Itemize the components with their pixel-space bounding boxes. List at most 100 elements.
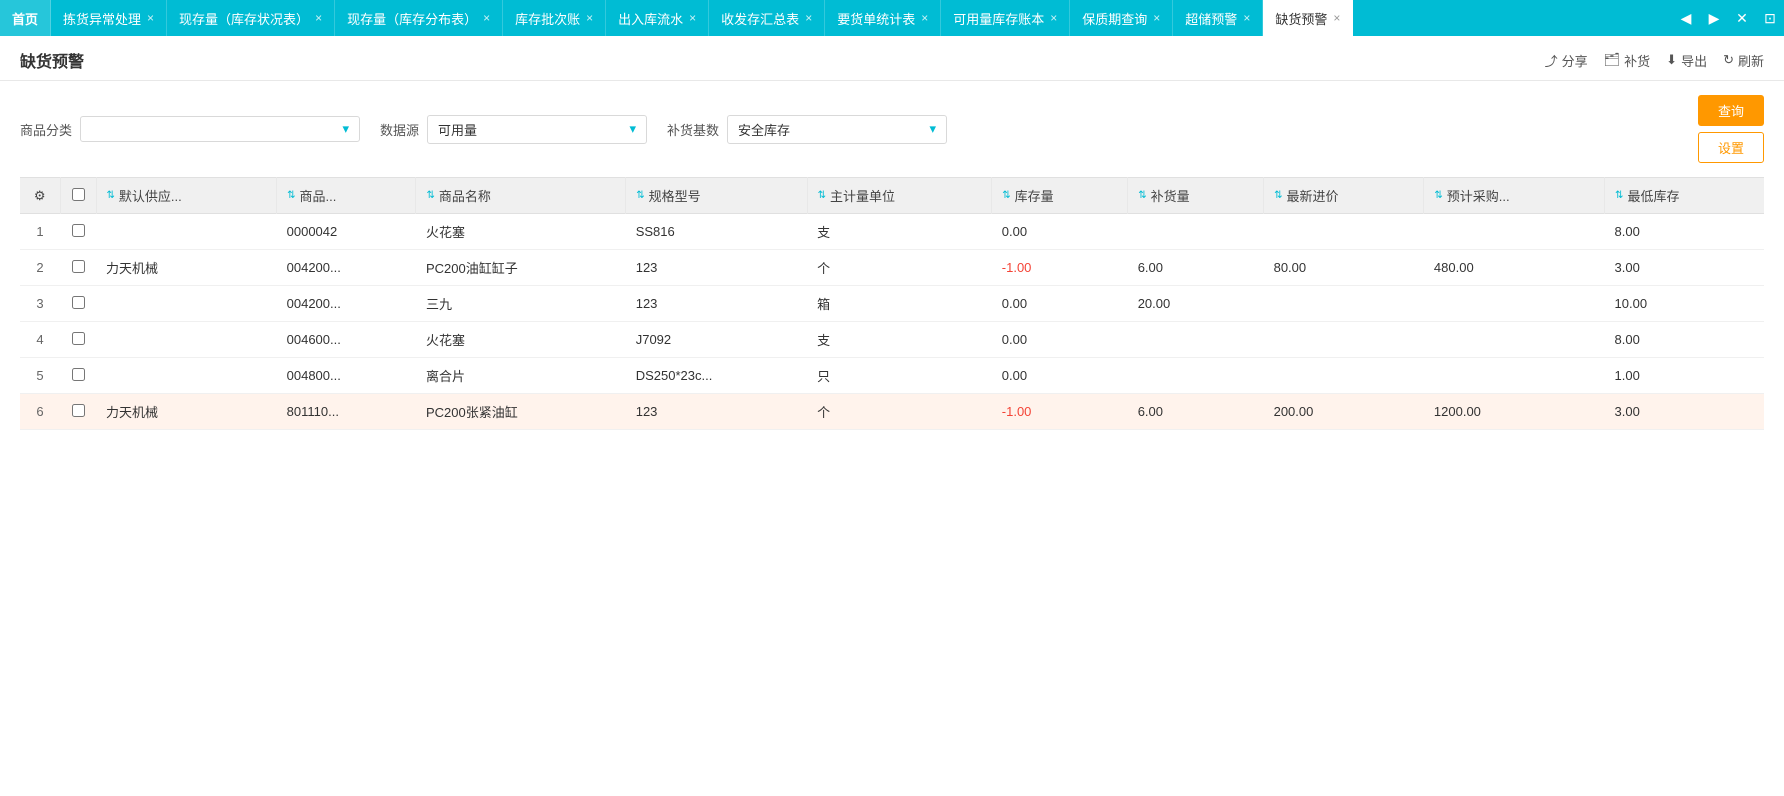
- row-checkbox[interactable]: [72, 296, 85, 309]
- cell-min-stock: 8.00: [1605, 214, 1764, 250]
- settings-button[interactable]: 设置: [1698, 132, 1764, 163]
- row-checkbox-cell[interactable]: [60, 394, 96, 430]
- table-row: 2 力天机械 004200... PC200油缸缸子 123 个 -1.00 6…: [20, 250, 1764, 286]
- cell-latest-price: 80.00: [1264, 250, 1424, 286]
- cell-est-purchase: [1424, 322, 1605, 358]
- cell-latest-price: [1264, 358, 1424, 394]
- nav-close-overstock[interactable]: ×: [1243, 11, 1250, 25]
- nav-item-batch-account[interactable]: 库存批次账 ×: [503, 0, 606, 36]
- sort-spec-icon: ⇅: [636, 190, 644, 201]
- query-button[interactable]: 查询: [1698, 95, 1764, 126]
- th-checkbox[interactable]: [60, 178, 96, 214]
- row-checkbox[interactable]: [72, 332, 85, 345]
- nav-item-overstock[interactable]: 超储预警 ×: [1173, 0, 1263, 36]
- th-latest-price[interactable]: ⇅ 最新进价: [1264, 178, 1424, 214]
- sort-est-purchase-icon: ⇅: [1434, 190, 1442, 201]
- nav-close-available[interactable]: ×: [1050, 11, 1057, 25]
- th-unit[interactable]: ⇅ 主计量单位: [807, 178, 992, 214]
- filter-replenish-base: 补货基数 安全库存 ▾: [667, 115, 947, 144]
- select-all-checkbox[interactable]: [72, 188, 85, 201]
- datasource-label: 数据源: [380, 120, 419, 139]
- nav-item-available[interactable]: 可用量库存账本 ×: [941, 0, 1070, 36]
- row-checkbox-cell[interactable]: [60, 286, 96, 322]
- th-stock[interactable]: ⇅ 库存量: [992, 178, 1128, 214]
- cell-replenish: [1128, 322, 1264, 358]
- nav-item-shortage[interactable]: 缺货预警 ×: [1263, 0, 1353, 36]
- cell-latest-price: [1264, 214, 1424, 250]
- table-container: ⚙ ⇅ 默认供应... ⇅ 商品...: [0, 177, 1784, 430]
- nav-close-flow[interactable]: ×: [689, 11, 696, 25]
- main-content: 缺货预警 ⤴ 分享 🗂 补货 ⬇ 导出 ↻ 刷新 商品分类: [0, 36, 1784, 796]
- row-checkbox-cell[interactable]: [60, 250, 96, 286]
- nav-item-demand[interactable]: 要货单统计表 ×: [825, 0, 941, 36]
- nav-close-shortage[interactable]: ×: [1333, 11, 1340, 25]
- th-replenish[interactable]: ⇅ 补货量: [1128, 178, 1264, 214]
- th-supplier[interactable]: ⇅ 默认供应...: [96, 178, 277, 214]
- header-actions: ⤴ 分享 🗂 补货 ⬇ 导出 ↻ 刷新: [1545, 51, 1764, 70]
- th-name[interactable]: ⇅ 商品名称: [416, 178, 626, 214]
- th-spec[interactable]: ⇅ 规格型号: [626, 178, 807, 214]
- nav-item-flow[interactable]: 出入库流水 ×: [606, 0, 709, 36]
- nav-item-home[interactable]: 首页: [0, 0, 51, 36]
- cell-stock: -1.00: [992, 250, 1128, 286]
- th-code[interactable]: ⇅ 商品...: [277, 178, 416, 214]
- th-settings[interactable]: ⚙: [20, 178, 60, 214]
- replenish-button[interactable]: 🗂 补货: [1604, 51, 1651, 70]
- row-number: 6: [20, 394, 60, 430]
- cell-unit: 支: [807, 214, 992, 250]
- nav-item-summary[interactable]: 收发存汇总表 ×: [709, 0, 825, 36]
- nav-maximize-button[interactable]: ⊡: [1756, 0, 1784, 36]
- row-checkbox[interactable]: [72, 224, 85, 237]
- sort-unit-icon: ⇅: [818, 190, 826, 201]
- cell-spec: DS250*23c...: [626, 358, 807, 394]
- nav-close-stock-status[interactable]: ×: [315, 11, 322, 25]
- nav-close-demand[interactable]: ×: [921, 11, 928, 25]
- table-body: 1 0000042 火花塞 SS816 支 0.00 8.00 2 力天机械 0…: [20, 214, 1764, 430]
- cell-stock: 0.00: [992, 322, 1128, 358]
- th-min-stock[interactable]: ⇅ 最低库存: [1605, 178, 1764, 214]
- cell-min-stock: 3.00: [1605, 250, 1764, 286]
- cell-est-purchase: [1424, 214, 1605, 250]
- cell-name: PC200张紧油缸: [416, 394, 626, 430]
- row-checkbox-cell[interactable]: [60, 322, 96, 358]
- nav-close-all-button[interactable]: ✕: [1728, 0, 1756, 36]
- nav-prev-button[interactable]: ◀: [1672, 0, 1700, 36]
- nav-item-expiry[interactable]: 保质期查询 ×: [1070, 0, 1173, 36]
- export-button[interactable]: ⬇ 导出: [1666, 51, 1707, 70]
- category-arrow-icon: ▾: [342, 121, 349, 137]
- share-button[interactable]: ⤴ 分享: [1545, 51, 1588, 70]
- nav-close-expiry[interactable]: ×: [1153, 11, 1160, 25]
- sort-min-stock-icon: ⇅: [1615, 190, 1623, 201]
- category-select[interactable]: ▾: [80, 116, 360, 142]
- cell-latest-price: [1264, 322, 1424, 358]
- table-row: 3 004200... 三九 123 箱 0.00 20.00 10.00: [20, 286, 1764, 322]
- table-row: 1 0000042 火花塞 SS816 支 0.00 8.00: [20, 214, 1764, 250]
- cell-stock: -1.00: [992, 394, 1128, 430]
- nav-next-button[interactable]: ▶: [1700, 0, 1728, 36]
- row-checkbox-cell[interactable]: [60, 214, 96, 250]
- nav-close-stock-dist[interactable]: ×: [483, 11, 490, 25]
- cell-code: 004200...: [277, 286, 416, 322]
- row-checkbox[interactable]: [72, 368, 85, 381]
- nav-close-picking[interactable]: ×: [147, 11, 154, 25]
- cell-unit: 个: [807, 394, 992, 430]
- sort-name-icon: ⇅: [426, 190, 434, 201]
- refresh-button[interactable]: ↻ 刷新: [1723, 51, 1764, 70]
- nav-close-batch-account[interactable]: ×: [586, 11, 593, 25]
- nav-item-picking[interactable]: 拣货异常处理 ×: [51, 0, 167, 36]
- row-checkbox[interactable]: [72, 404, 85, 417]
- nav-close-summary[interactable]: ×: [805, 11, 812, 25]
- replenish-base-label: 补货基数: [667, 120, 719, 139]
- replenish-base-select[interactable]: 安全库存 ▾: [727, 115, 947, 144]
- nav-item-stock-dist[interactable]: 现存量（库存分布表） ×: [335, 0, 503, 36]
- nav-item-stock-status[interactable]: 现存量（库存状况表） ×: [167, 0, 335, 36]
- sort-code-icon: ⇅: [287, 190, 295, 201]
- table-row: 5 004800... 离合片 DS250*23c... 只 0.00 1.00: [20, 358, 1764, 394]
- replenish-icon: 🗂: [1604, 52, 1621, 68]
- datasource-select[interactable]: 可用量 ▾: [427, 115, 647, 144]
- cell-supplier: 力天机械: [96, 250, 277, 286]
- row-checkbox-cell[interactable]: [60, 358, 96, 394]
- th-est-purchase[interactable]: ⇅ 预计采购...: [1424, 178, 1605, 214]
- sort-stock-icon: ⇅: [1002, 190, 1010, 201]
- row-checkbox[interactable]: [72, 260, 85, 273]
